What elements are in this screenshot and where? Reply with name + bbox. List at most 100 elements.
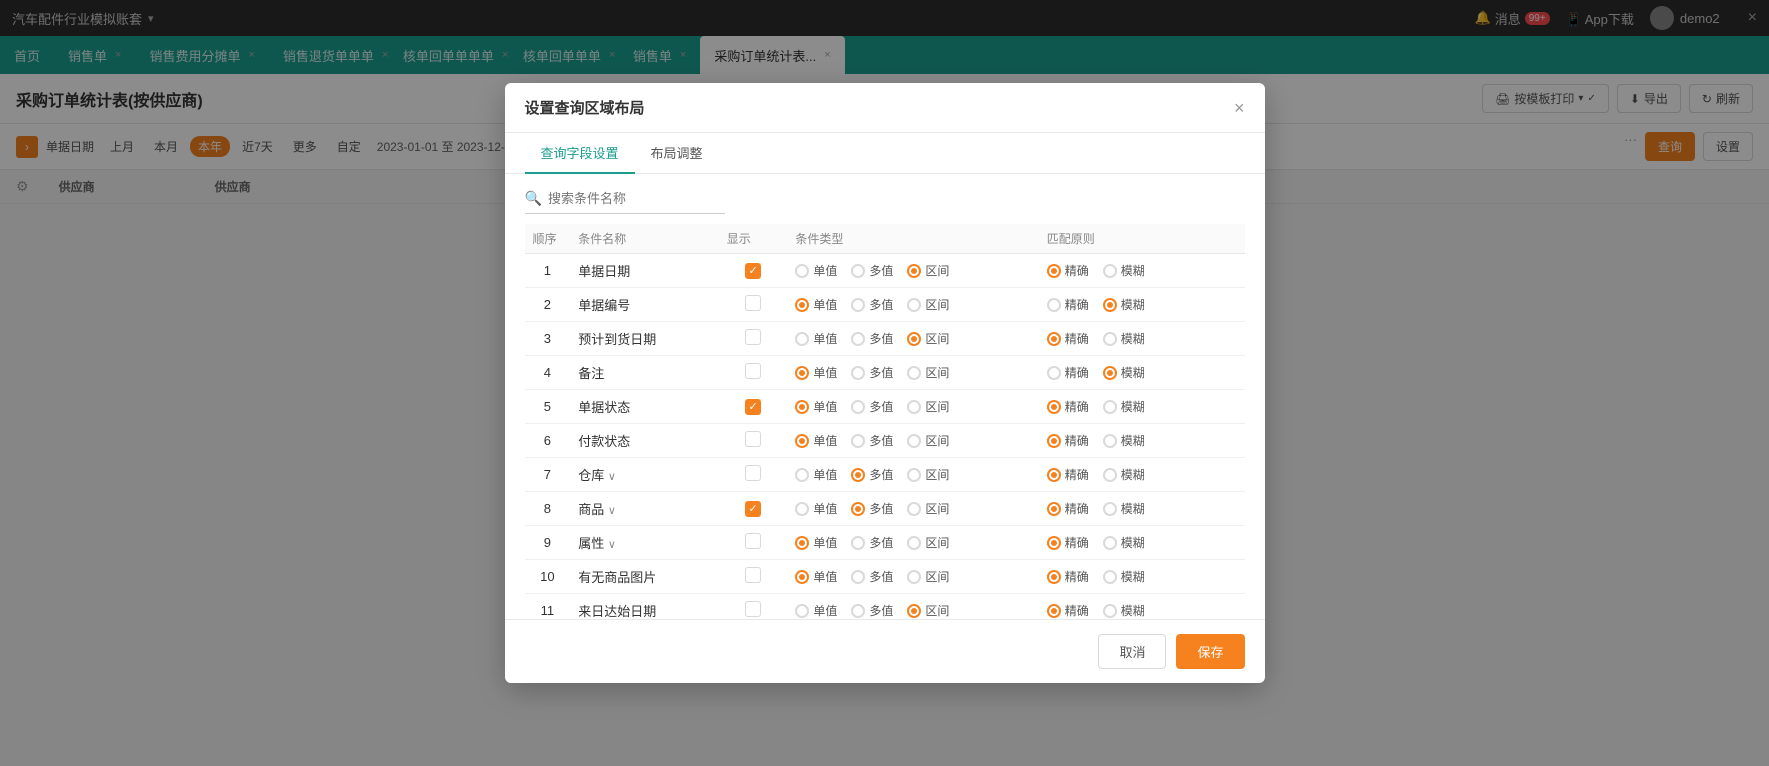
row-0-type-区间[interactable]: 区间 (907, 262, 949, 279)
row-3-rule-模糊-radio (1103, 366, 1117, 380)
row-7-rule-模糊[interactable]: 模糊 (1103, 500, 1145, 517)
row-1-rule-精确[interactable]: 精确 (1047, 296, 1089, 313)
row-4-rule-精确-radio (1047, 400, 1061, 414)
cancel-button[interactable]: 取消 (1098, 634, 1166, 669)
row-6-display[interactable] (719, 458, 788, 492)
row-10-checkbox[interactable] (745, 601, 761, 617)
row-10-display[interactable] (719, 594, 788, 620)
modal-tab-query[interactable]: 查询字段设置 (525, 133, 635, 174)
row-5-type: 单值多值区间 (787, 424, 1038, 458)
row-4-rule-精确[interactable]: 精确 (1047, 398, 1089, 415)
row-7-type-多值[interactable]: 多值 (851, 500, 893, 517)
row-8-checkbox[interactable] (745, 533, 761, 549)
row-10-rule-精确[interactable]: 精确 (1047, 602, 1089, 619)
row-10-type-单值[interactable]: 单值 (795, 602, 837, 619)
row-0-rule: 精确模糊 (1039, 254, 1245, 288)
row-10-type-多值[interactable]: 多值 (851, 602, 893, 619)
row-9-type-单值[interactable]: 单值 (795, 568, 837, 585)
row-5-type-单值-radio (795, 434, 809, 448)
row-1-display[interactable] (719, 288, 788, 322)
row-8-type-区间[interactable]: 区间 (907, 534, 949, 551)
row-8-display[interactable] (719, 526, 788, 560)
row-6-checkbox[interactable] (745, 465, 761, 481)
row-9-checkbox[interactable] (745, 567, 761, 583)
row-1-type-单值-radio (795, 298, 809, 312)
row-1-type-区间[interactable]: 区间 (907, 296, 949, 313)
row-1-type-多值[interactable]: 多值 (851, 296, 893, 313)
row-4-type-多值[interactable]: 多值 (851, 398, 893, 415)
row-1-type-单值[interactable]: 单值 (795, 296, 837, 313)
row-3-checkbox[interactable] (745, 363, 761, 379)
modal-close-button[interactable]: × (1234, 99, 1245, 117)
row-9-rule-模糊[interactable]: 模糊 (1103, 568, 1145, 585)
row-9-type-多值[interactable]: 多值 (851, 568, 893, 585)
row-4-order: 5 (525, 390, 571, 424)
row-4-checkbox[interactable] (745, 399, 761, 415)
row-6-rule-模糊[interactable]: 模糊 (1103, 466, 1145, 483)
row-1-rule-模糊[interactable]: 模糊 (1103, 296, 1145, 313)
row-3-type-多值[interactable]: 多值 (851, 364, 893, 381)
row-7-display[interactable] (719, 492, 788, 526)
table-row: 1单据日期单值多值区间精确模糊 (525, 254, 1245, 288)
row-2-rule-模糊[interactable]: 模糊 (1103, 330, 1145, 347)
row-9-display[interactable] (719, 560, 788, 594)
modal-footer: 取消 保存 (505, 619, 1265, 683)
row-7-rule: 精确模糊 (1039, 492, 1245, 526)
row-7-checkbox[interactable] (745, 501, 761, 517)
search-input[interactable] (548, 191, 725, 206)
row-7-type-区间[interactable]: 区间 (907, 500, 949, 517)
row-3-display[interactable] (719, 356, 788, 390)
row-8-rule-精确[interactable]: 精确 (1047, 534, 1089, 551)
row-4-type-区间[interactable]: 区间 (907, 398, 949, 415)
row-8-type-多值[interactable]: 多值 (851, 534, 893, 551)
row-10-type-区间[interactable]: 区间 (907, 602, 949, 619)
save-button[interactable]: 保存 (1176, 634, 1244, 669)
row-0-type-多值[interactable]: 多值 (851, 262, 893, 279)
row-2-checkbox[interactable] (745, 329, 761, 345)
row-6-type-单值[interactable]: 单值 (795, 466, 837, 483)
row-6-type-区间[interactable]: 区间 (907, 466, 949, 483)
row-3-type-区间[interactable]: 区间 (907, 364, 949, 381)
row-0-checkbox[interactable] (745, 263, 761, 279)
row-4-rule-模糊[interactable]: 模糊 (1103, 398, 1145, 415)
row-2-display[interactable] (719, 322, 788, 356)
row-6-type-多值[interactable]: 多值 (851, 466, 893, 483)
table-row: 11来日达始日期单值多值区间精确模糊 (525, 594, 1245, 620)
row-7-rule-精确[interactable]: 精确 (1047, 500, 1089, 517)
row-5-display[interactable] (719, 424, 788, 458)
row-8-type-单值[interactable]: 单值 (795, 534, 837, 551)
row-1-checkbox[interactable] (745, 295, 761, 311)
row-4-type-单值[interactable]: 单值 (795, 398, 837, 415)
row-5-type-单值[interactable]: 单值 (795, 432, 837, 449)
row-3-rule-模糊[interactable]: 模糊 (1103, 364, 1145, 381)
row-0-type-单值[interactable]: 单值 (795, 262, 837, 279)
row-2-type-多值[interactable]: 多值 (851, 330, 893, 347)
row-3-type-单值[interactable]: 单值 (795, 364, 837, 381)
row-4-display[interactable] (719, 390, 788, 424)
row-3-type-单值-radio (795, 366, 809, 380)
row-5-rule-精确[interactable]: 精确 (1047, 432, 1089, 449)
row-7-type-单值[interactable]: 单值 (795, 500, 837, 517)
row-0-rule-模糊[interactable]: 模糊 (1103, 262, 1145, 279)
row-3-type-区间-radio (907, 366, 921, 380)
row-5-type-区间[interactable]: 区间 (907, 432, 949, 449)
row-5-type-多值[interactable]: 多值 (851, 432, 893, 449)
row-2-rule-精确-radio (1047, 332, 1061, 346)
row-10-rule-模糊[interactable]: 模糊 (1103, 602, 1145, 619)
row-2-type-单值[interactable]: 单值 (795, 330, 837, 347)
row-5-checkbox[interactable] (745, 431, 761, 447)
row-10-rule-精确-radio (1047, 604, 1061, 618)
row-5-rule-模糊[interactable]: 模糊 (1103, 432, 1145, 449)
modal-tab-layout[interactable]: 布局调整 (635, 133, 719, 174)
row-9-type-区间[interactable]: 区间 (907, 568, 949, 585)
row-2-rule-精确[interactable]: 精确 (1047, 330, 1089, 347)
row-10-rule-模糊-label: 模糊 (1121, 602, 1145, 619)
row-0-display[interactable] (719, 254, 788, 288)
row-9-rule-精确[interactable]: 精确 (1047, 568, 1089, 585)
row-0-rule-精确[interactable]: 精确 (1047, 262, 1089, 279)
row-9-type-区间-label: 区间 (925, 568, 949, 585)
row-8-rule-模糊[interactable]: 模糊 (1103, 534, 1145, 551)
row-6-rule-精确[interactable]: 精确 (1047, 466, 1089, 483)
row-2-type-区间[interactable]: 区间 (907, 330, 949, 347)
row-3-rule-精确[interactable]: 精确 (1047, 364, 1089, 381)
